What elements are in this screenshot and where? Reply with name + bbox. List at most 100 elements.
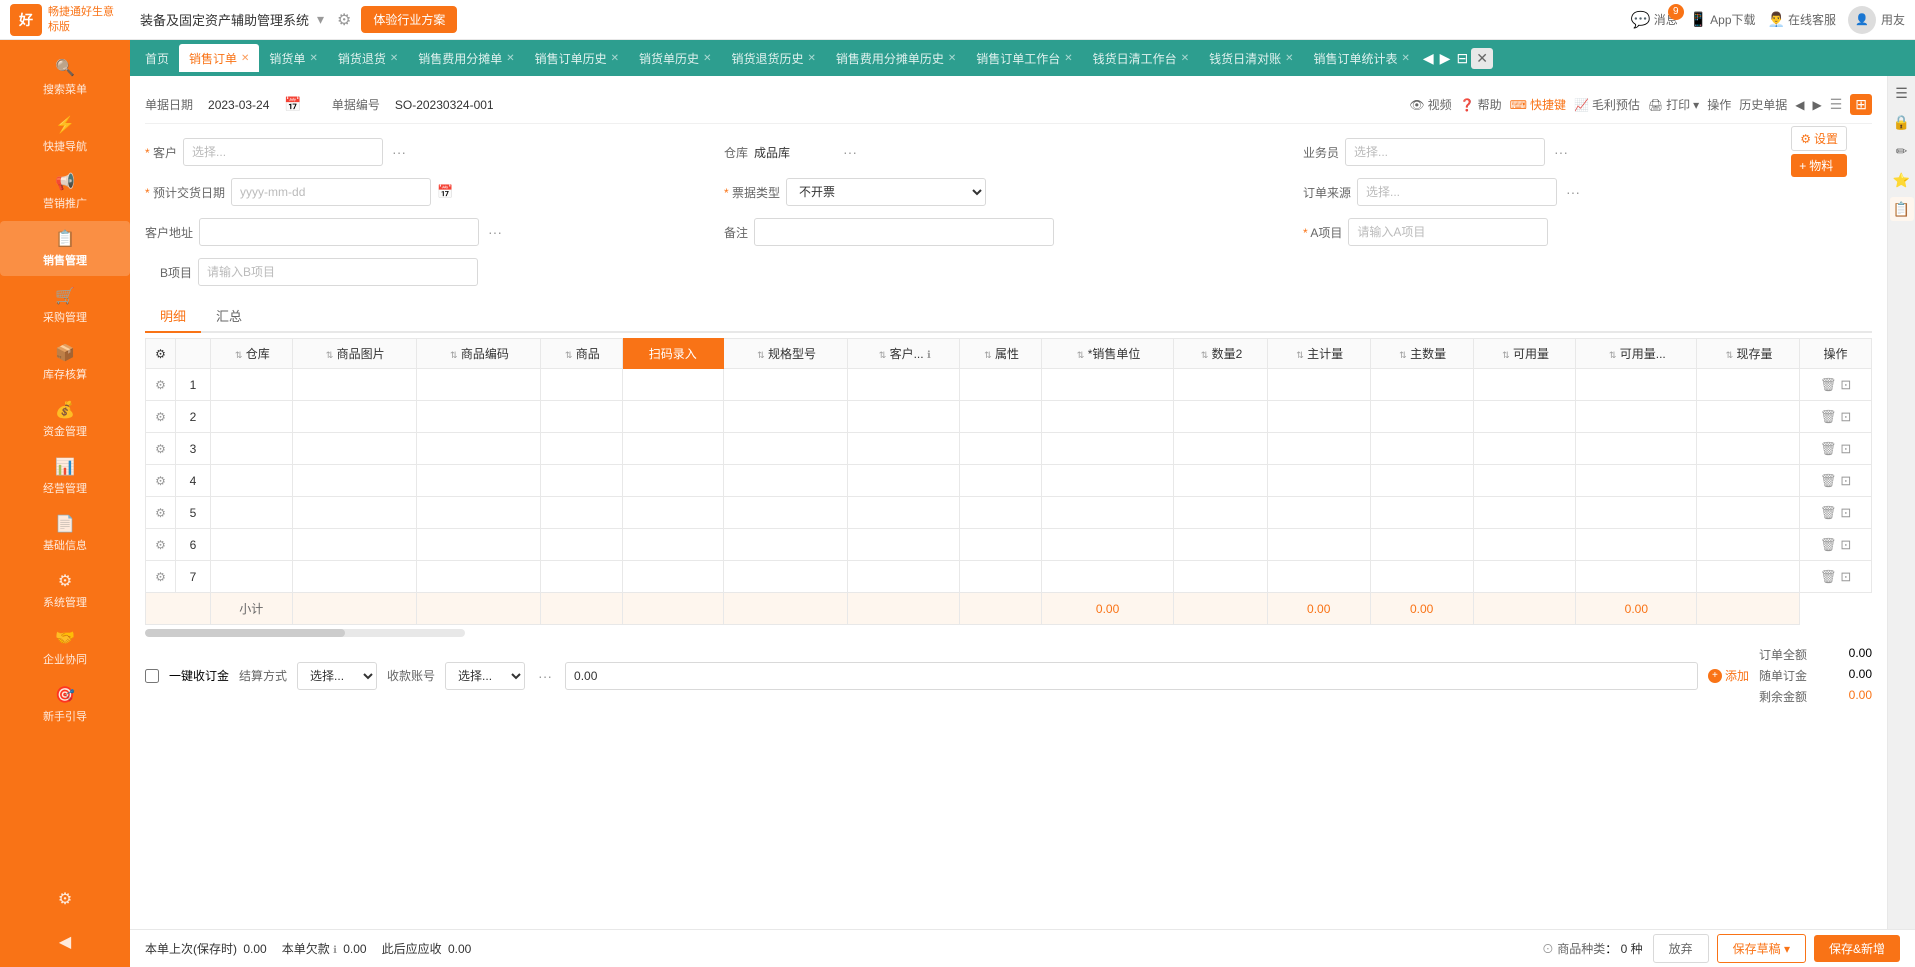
row-main-unit-7[interactable] xyxy=(1267,561,1370,593)
row-unit-5[interactable] xyxy=(1041,497,1174,529)
row-warehouse-7[interactable] xyxy=(211,561,293,593)
right-btn-menu[interactable]: ☰ xyxy=(1890,81,1914,105)
row-unit-7[interactable] xyxy=(1041,561,1174,593)
sidebar-item-collab[interactable]: 🤝 企业协同 xyxy=(0,620,130,675)
tab-close-return[interactable]: ✕ xyxy=(390,53,398,64)
row-current-4[interactable] xyxy=(1697,465,1800,497)
row-main-unit-5[interactable] xyxy=(1267,497,1370,529)
field-setting-btn[interactable]: ⚙ 设置 xyxy=(1791,126,1847,151)
sidebar-item-inventory[interactable]: 📦 库存核算 xyxy=(0,335,130,390)
system-dropdown-icon[interactable]: ▾ xyxy=(317,11,324,28)
th-main-qty[interactable]: ⇅ 主数量 xyxy=(1370,339,1473,369)
row-settings-6[interactable]: ⚙ xyxy=(146,529,176,561)
row-product-5[interactable] xyxy=(541,497,623,529)
print-dropdown-icon[interactable]: ▾ xyxy=(1693,98,1699,112)
row-available-6[interactable] xyxy=(1473,529,1576,561)
sidebar-item-purchase[interactable]: 🛒 采购管理 xyxy=(0,278,130,333)
row-spec-3[interactable] xyxy=(723,433,847,465)
sidebar-item-basic[interactable]: 📄 基础信息 xyxy=(0,506,130,561)
row-customer-2[interactable] xyxy=(848,401,960,433)
tab-order-workbench[interactable]: 销售订单工作台 ✕ xyxy=(966,44,1082,72)
a-project-input[interactable] xyxy=(1348,218,1548,246)
list-view-icon[interactable]: ☰ xyxy=(1830,96,1843,113)
row-qty2-5[interactable] xyxy=(1174,497,1267,529)
tab-daily-workbench[interactable]: 钱货日清工作台 ✕ xyxy=(1083,44,1199,72)
row-current-2[interactable] xyxy=(1697,401,1800,433)
row-unit-4[interactable] xyxy=(1041,465,1174,497)
row-available2-3[interactable] xyxy=(1576,433,1697,465)
row-settings-7[interactable]: ⚙ xyxy=(146,561,176,593)
tab-close-daily-workbench[interactable]: ✕ xyxy=(1181,53,1189,64)
tab-slip-history[interactable]: 销货单历史 ✕ xyxy=(629,44,721,72)
th-settings[interactable]: ⚙ xyxy=(146,339,176,369)
row-warehouse-2[interactable] xyxy=(211,401,293,433)
th-qty2[interactable]: ⇅ 数量2 xyxy=(1174,339,1267,369)
tab-daily-reconcile[interactable]: 钱货日清对账 ✕ xyxy=(1199,44,1303,72)
row-main-qty-6[interactable] xyxy=(1370,529,1473,561)
row-spec-5[interactable] xyxy=(723,497,847,529)
order-source-input[interactable] xyxy=(1357,178,1557,206)
row-qty2-4[interactable] xyxy=(1174,465,1267,497)
copy-icon-5[interactable]: ⊡ xyxy=(1840,505,1851,521)
row-scan-3[interactable] xyxy=(622,433,723,465)
row-main-qty-3[interactable] xyxy=(1370,433,1473,465)
profit-action[interactable]: 📈 毛利预估 xyxy=(1574,96,1640,113)
row-attr-5[interactable] xyxy=(960,497,1042,529)
row-available-5[interactable] xyxy=(1473,497,1576,529)
staff-dots[interactable]: ··· xyxy=(1551,144,1571,160)
copy-icon-4[interactable]: ⊡ xyxy=(1840,473,1851,489)
address-dots[interactable]: ··· xyxy=(485,224,505,240)
th-main-unit[interactable]: ⇅ 主计量 xyxy=(1267,339,1370,369)
row-scan-2[interactable] xyxy=(622,401,723,433)
row-customer-1[interactable] xyxy=(848,369,960,401)
row-main-qty-7[interactable] xyxy=(1370,561,1473,593)
row-customer-5[interactable] xyxy=(848,497,960,529)
add-material-btn[interactable]: + 物料 xyxy=(1791,154,1847,177)
row-code-7[interactable] xyxy=(416,561,540,593)
th-image[interactable]: ⇅ 商品图片 xyxy=(292,339,416,369)
row-qty2-2[interactable] xyxy=(1174,401,1267,433)
sidebar-item-sales[interactable]: 📋 销售管理 xyxy=(0,221,130,276)
right-btn-edit[interactable]: ✏ xyxy=(1890,139,1914,163)
row-image-3[interactable] xyxy=(292,433,416,465)
row-code-4[interactable] xyxy=(416,465,540,497)
row-main-qty-5[interactable] xyxy=(1370,497,1473,529)
view-action[interactable]: 👁 视频 xyxy=(1409,96,1451,113)
help-action[interactable]: ❓ 帮助 xyxy=(1460,96,1502,113)
tab-order-history[interactable]: 销售订单历史 ✕ xyxy=(525,44,629,72)
row-available-2[interactable] xyxy=(1473,401,1576,433)
tab-close-all-btn[interactable]: ✕ xyxy=(1471,48,1493,69)
row-image-2[interactable] xyxy=(292,401,416,433)
row-settings-1[interactable]: ⚙ xyxy=(146,369,176,401)
tab-stats[interactable]: 销售订单统计表 ✕ xyxy=(1303,44,1419,72)
row-customer-4[interactable] xyxy=(848,465,960,497)
delete-icon-2[interactable]: 🗑 xyxy=(1820,409,1837,425)
copy-icon-3[interactable]: ⊡ xyxy=(1840,441,1851,457)
row-product-4[interactable] xyxy=(541,465,623,497)
th-spec[interactable]: ⇅ 规格型号 xyxy=(723,339,847,369)
row-settings-2[interactable]: ⚙ xyxy=(146,401,176,433)
tab-close-fee-split-history[interactable]: ✕ xyxy=(948,53,956,64)
tab-close-return-history[interactable]: ✕ xyxy=(807,53,815,64)
row-available2-6[interactable] xyxy=(1576,529,1697,561)
discard-button[interactable]: 放弃 xyxy=(1653,934,1709,963)
sidebar-item-marketing[interactable]: 📢 营销推广 xyxy=(0,164,130,219)
shortcut-action[interactable]: ⌨ 快捷键 xyxy=(1510,96,1566,113)
row-attr-4[interactable] xyxy=(960,465,1042,497)
row-customer-7[interactable] xyxy=(848,561,960,593)
tab-sales-slip[interactable]: 销货单 ✕ xyxy=(259,44,327,72)
staff-input[interactable] xyxy=(1345,138,1545,166)
row-available2-4[interactable] xyxy=(1576,465,1697,497)
row-attr-1[interactable] xyxy=(960,369,1042,401)
delete-icon-3[interactable]: 🗑 xyxy=(1820,441,1837,457)
address-input[interactable] xyxy=(199,218,479,246)
payment-amount-input[interactable] xyxy=(565,662,1698,690)
row-customer-3[interactable] xyxy=(848,433,960,465)
row-scan-6[interactable] xyxy=(622,529,723,561)
row-available-4[interactable] xyxy=(1473,465,1576,497)
row-unit-2[interactable] xyxy=(1041,401,1174,433)
delete-icon-5[interactable]: 🗑 xyxy=(1820,505,1837,521)
row-main-unit-4[interactable] xyxy=(1267,465,1370,497)
row-available-1[interactable] xyxy=(1473,369,1576,401)
row-scan-4[interactable] xyxy=(622,465,723,497)
